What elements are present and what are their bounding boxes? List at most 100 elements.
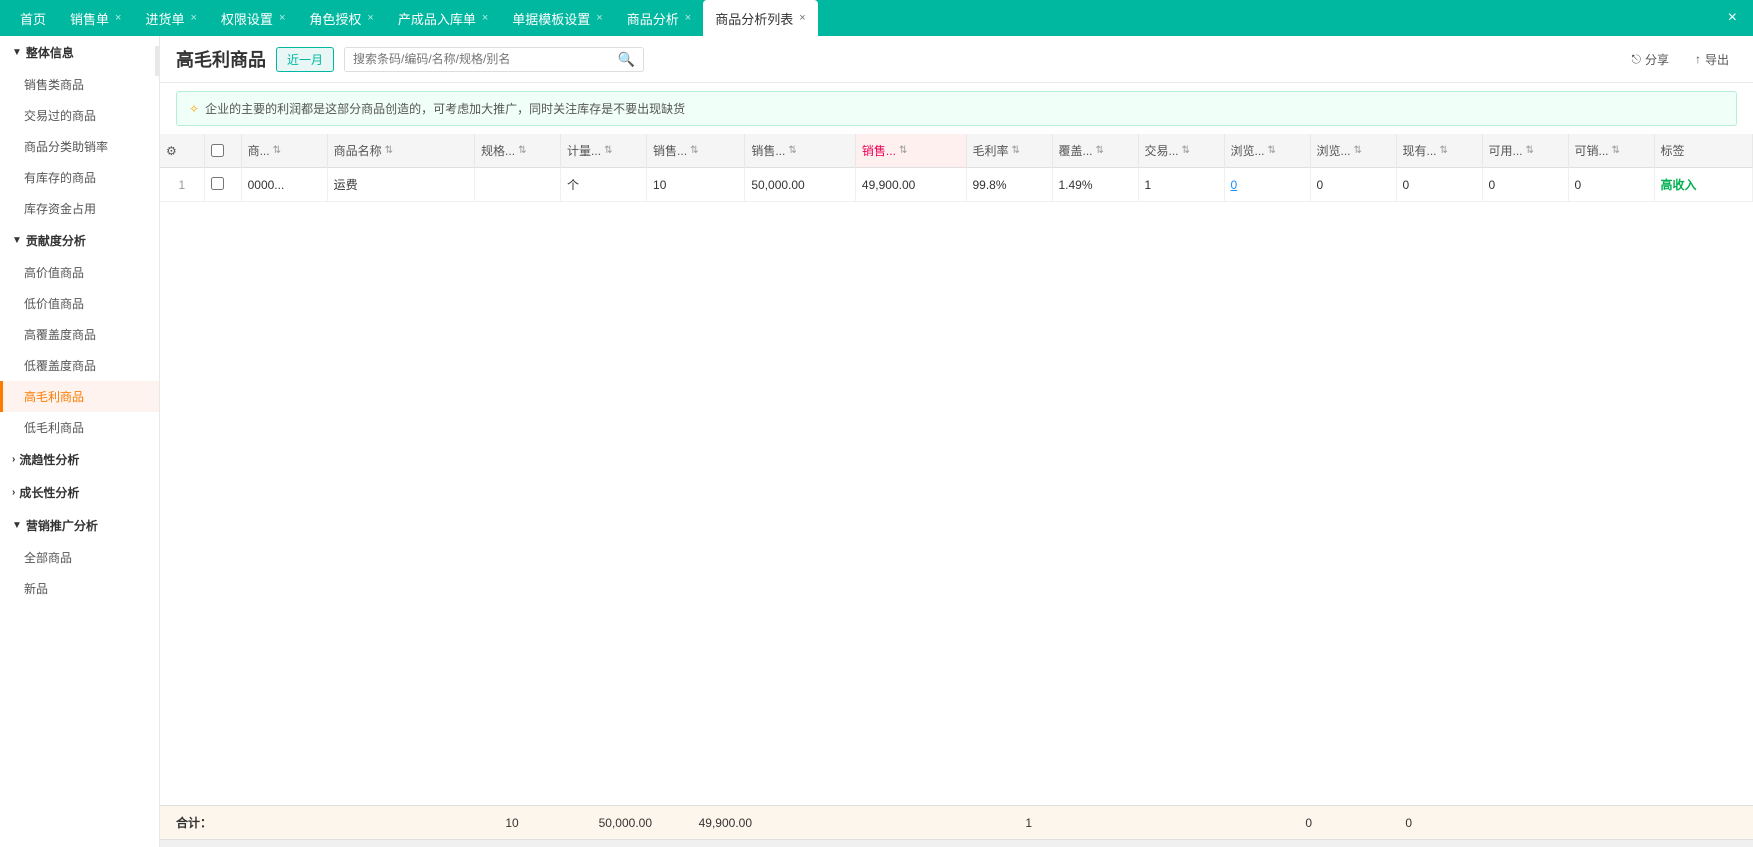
nav-item-analysis[interactable]: 商品分析 × [615, 0, 703, 36]
cell-transaction: 1 [1138, 168, 1224, 202]
nav-item-sales[interactable]: 销售单 × [58, 0, 133, 36]
page-title: 高毛利商品 [176, 46, 266, 72]
sidebar-item-all-goods[interactable]: 全部商品 [0, 542, 159, 573]
sidebar-group-trend[interactable]: › 流趋性分析 [0, 443, 159, 476]
sidebar-item-traded-goods[interactable]: 交易过的商品 [0, 100, 159, 131]
nav-close-product-in[interactable]: × [482, 12, 488, 24]
sidebar-item-low-value[interactable]: 低价值商品 [0, 288, 159, 319]
th-checkbox[interactable] [204, 134, 241, 168]
cell-spec [475, 168, 561, 202]
main-area: « ▼ 整体信息 销售类商品 交易过的商品 商品分类助销率 有库存的商品 库存资… [0, 36, 1753, 847]
th-sellable-stock[interactable]: 可销...⇅ [1568, 134, 1654, 168]
export-button[interactable]: ↑ 导出 [1687, 48, 1737, 71]
sidebar-item-high-margin[interactable]: 高毛利商品 [0, 381, 159, 412]
nav-close-sales[interactable]: × [115, 12, 121, 24]
th-tag[interactable]: 标签 [1654, 134, 1753, 168]
nav-close-permission[interactable]: × [279, 12, 285, 24]
sidebar-item-in-stock[interactable]: 有库存的商品 [0, 162, 159, 193]
th-settings[interactable]: ⚙ [160, 134, 204, 168]
th-spec[interactable]: 规格...⇅ [475, 134, 561, 168]
footer-transaction: 1 [952, 816, 1032, 830]
footer-sales-amount: 50,000.00 [572, 816, 652, 830]
nav-close-purchase[interactable]: × [190, 12, 196, 24]
cell-sales-profit: 49,900.00 [855, 168, 966, 202]
export-icon: ↑ [1695, 52, 1701, 66]
share-button[interactable]: ⎋ 分享 [1623, 48, 1677, 71]
nav-item-template[interactable]: 单据模板设置 × [500, 0, 614, 36]
cell-current-stock: 0 [1396, 168, 1482, 202]
cell-name: 运费 [327, 168, 474, 202]
nav-item-analysis-list[interactable]: 商品分析列表 × [703, 0, 817, 36]
sidebar-group-growth[interactable]: › 成长性分析 [0, 476, 159, 509]
th-sales-amount[interactable]: 销售...⇅ [745, 134, 856, 168]
nav-item-home[interactable]: 首页 [8, 0, 58, 36]
arrow-overall: ▼ [12, 47, 22, 58]
share-icon: ⎋ [1631, 52, 1641, 67]
sidebar-item-low-margin[interactable]: 低毛利商品 [0, 412, 159, 443]
th-name[interactable]: 商品名称⇅ [327, 134, 474, 168]
th-code[interactable]: 商...⇅ [241, 134, 327, 168]
sidebar-item-high-value[interactable]: 高价值商品 [0, 257, 159, 288]
nav-item-purchase[interactable]: 进货单 × [133, 0, 208, 36]
th-gross-margin[interactable]: 毛利率⇅ [966, 134, 1052, 168]
cell-index: 1 [160, 168, 204, 202]
cell-unit: 个 [561, 168, 647, 202]
nav-window-close[interactable]: × [1720, 9, 1745, 27]
sidebar-group-marketing[interactable]: ▼ 营销推广分析 [0, 509, 159, 542]
footer-current-stock: 0 [1232, 816, 1312, 830]
nav-item-permission[interactable]: 权限设置 × [209, 0, 297, 36]
table-row: 1 0000... 运费 个 10 50,000.00 49,900.00 99… [160, 168, 1753, 202]
nav-item-role[interactable]: 角色授权 × [297, 0, 385, 36]
search-input[interactable] [353, 52, 618, 66]
sidebar-group-overall[interactable]: ▼ 整体信息 [0, 36, 159, 69]
sidebar-item-new-goods[interactable]: 新品 [0, 573, 159, 604]
select-all-checkbox[interactable] [211, 144, 224, 157]
cell-sellable-stock: 0 [1568, 168, 1654, 202]
cell-tag: 高收入 [1654, 168, 1753, 202]
th-unit[interactable]: 计量...⇅ [561, 134, 647, 168]
info-banner: ✧ 企业的主要的利润都是这部分商品创造的，可考虑加大推广，同时关注库存是不要出现… [176, 91, 1737, 126]
arrow-contribution: ▼ [12, 235, 22, 246]
bottom-scrollbar[interactable] [160, 839, 1753, 847]
search-box: 🔍 [344, 47, 644, 72]
footer-sales-profit: 49,900.00 [672, 816, 752, 830]
th-sales-qty[interactable]: 销售...⇅ [647, 134, 745, 168]
nav-close-analysis-list[interactable]: × [799, 12, 805, 24]
nav-close-role[interactable]: × [367, 12, 373, 24]
th-browse1[interactable]: 浏览...⇅ [1224, 134, 1310, 168]
sidebar: « ▼ 整体信息 销售类商品 交易过的商品 商品分类助销率 有库存的商品 库存资… [0, 36, 160, 847]
sidebar-item-category-rate[interactable]: 商品分类助销率 [0, 131, 159, 162]
cell-sales-amount: 50,000.00 [745, 168, 856, 202]
th-sales-profit[interactable]: 销售...⇅ [855, 134, 966, 168]
table-container[interactable]: ⚙ 商...⇅ 商品名称⇅ 规格...⇅ [160, 134, 1753, 805]
footer-available-stock: 0 [1332, 816, 1412, 830]
cell-browse2: 0 [1310, 168, 1396, 202]
cell-gross-margin: 99.8% [966, 168, 1052, 202]
sidebar-item-stock-capital[interactable]: 库存资金占用 [0, 193, 159, 224]
sidebar-collapse-btn[interactable]: « [155, 46, 160, 76]
sidebar-item-sales-goods[interactable]: 销售类商品 [0, 69, 159, 100]
cell-checkbox[interactable] [204, 168, 241, 202]
cell-browse1[interactable]: 0 [1224, 168, 1310, 202]
nav-close-template[interactable]: × [596, 12, 602, 24]
th-available-stock[interactable]: 可用...⇅ [1482, 134, 1568, 168]
nav-close-analysis[interactable]: × [685, 12, 691, 24]
search-icon[interactable]: 🔍 [618, 51, 635, 68]
content-area: 高毛利商品 近一月 🔍 ⎋ 分享 ↑ 导出 ✧ 企业的主要的利润都是这部分商品创… [160, 36, 1753, 847]
th-transaction[interactable]: 交易...⇅ [1138, 134, 1224, 168]
sidebar-group-contribution[interactable]: ▼ 贡献度分析 [0, 224, 159, 257]
arrow-marketing: ▼ [12, 520, 22, 531]
sidebar-item-high-coverage[interactable]: 高覆盖度商品 [0, 319, 159, 350]
row-checkbox[interactable] [211, 177, 224, 190]
top-nav: 首页 销售单 × 进货单 × 权限设置 × 角色授权 × 产成品入库单 × 单据… [0, 0, 1753, 36]
th-current-stock[interactable]: 现有...⇅ [1396, 134, 1482, 168]
info-icon: ✧ [189, 102, 199, 116]
nav-item-product-in[interactable]: 产成品入库单 × [386, 0, 500, 36]
footer-sales-qty: 10 [472, 816, 552, 830]
th-coverage[interactable]: 覆盖...⇅ [1052, 134, 1138, 168]
table-footer: 合计： 10 50,000.00 49,900.00 1 0 0 [160, 805, 1753, 839]
cell-code: 0000... [241, 168, 327, 202]
filter-recent-month-button[interactable]: 近一月 [276, 47, 334, 72]
sidebar-item-low-coverage[interactable]: 低覆盖度商品 [0, 350, 159, 381]
th-browse2[interactable]: 浏览...⇅ [1310, 134, 1396, 168]
